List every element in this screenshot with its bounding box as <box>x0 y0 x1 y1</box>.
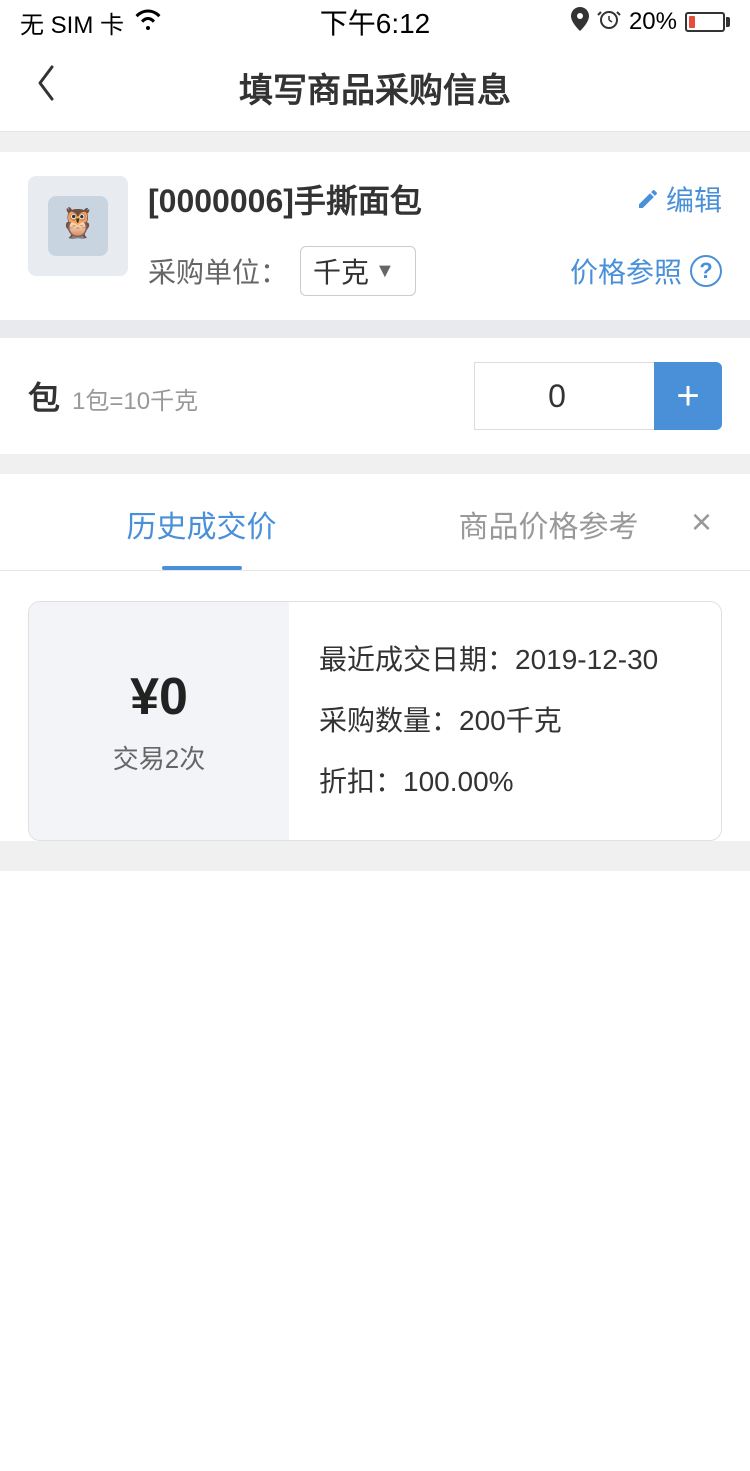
battery-icon <box>685 12 730 32</box>
product-unit-row: 采购单位： 千克 ▼ 价格参照 ? <box>148 246 722 296</box>
product-title: [0000006]手撕面包 <box>148 176 422 222</box>
status-time: 下午6:12 <box>320 2 431 42</box>
price-ref-help-icon: ? <box>690 255 722 287</box>
trade-detail-quantity: 采购数量：200千克 <box>319 699 691 744</box>
svg-text:🦉: 🦉 <box>59 206 96 240</box>
trade-card-right: 最近成交日期：2019-12-30 采购数量：200千克 折扣：100.00% <box>289 602 721 840</box>
recent-date-label: 最近成交日期： <box>319 644 515 675</box>
product-title-row: [0000006]手撕面包 编辑 <box>148 176 722 222</box>
trade-card: ¥0 交易2次 最近成交日期：2019-12-30 采购数量：200千克 折扣：… <box>28 601 722 841</box>
back-button[interactable] <box>24 53 68 122</box>
trade-count: 交易2次 <box>113 739 205 776</box>
edit-label: 编辑 <box>666 179 722 219</box>
dropdown-arrow-icon: ▼ <box>375 260 395 283</box>
unit-select-dropdown[interactable]: 千克 ▼ <box>300 246 416 296</box>
unit-value: 千克 <box>313 251 369 291</box>
trade-card-left: ¥0 交易2次 <box>29 602 289 840</box>
edit-button[interactable]: 编辑 <box>636 179 722 219</box>
page-title: 填写商品采购信息 <box>239 63 511 112</box>
quantity-sub-unit: 1包=10千克 <box>72 381 198 416</box>
tab-close-button[interactable]: × <box>681 491 722 553</box>
location-icon <box>571 7 589 38</box>
product-header: 🦉 [0000006]手撕面包 编辑 采购单位： 千克 <box>28 176 722 296</box>
panel-tabs: 历史成交价 商品价格参考 × ¥0 交易2次 最近成交日期：2019-12-30… <box>0 474 750 841</box>
quantity-input[interactable] <box>474 362 654 430</box>
quantity-label: 包 1包=10千克 <box>28 373 198 419</box>
product-logo-icon: 🦉 <box>43 191 113 261</box>
tab-history-price-label: 历史成交价 <box>127 511 277 544</box>
product-card: 🦉 [0000006]手撕面包 编辑 采购单位： 千克 <box>0 152 750 320</box>
product-info: [0000006]手撕面包 编辑 采购单位： 千克 ▼ 价格 <box>148 176 722 296</box>
discount-label: 折扣： <box>319 766 403 797</box>
alarm-icon <box>597 7 621 38</box>
discount-value: 100.00% <box>403 766 514 797</box>
trade-detail-discount: 折扣：100.00% <box>319 760 691 805</box>
edit-icon <box>636 187 660 211</box>
status-left: 无 SIM 卡 <box>20 5 162 40</box>
tab-product-price-ref[interactable]: 商品价格参考 <box>375 474 722 570</box>
status-right: 20% <box>571 7 730 38</box>
tab-history-price[interactable]: 历史成交价 <box>28 474 375 570</box>
tabs-header: 历史成交价 商品价格参考 × <box>0 474 750 571</box>
unit-label: 采购单位： <box>148 251 288 291</box>
carrier-text: 无 SIM 卡 <box>20 5 124 40</box>
wifi-icon <box>134 8 162 37</box>
price-ref-label: 价格参照 <box>570 251 682 291</box>
price-symbol: ¥ <box>130 668 159 726</box>
nav-bar: 填写商品采购信息 <box>0 44 750 132</box>
quantity-value: 200千克 <box>459 705 562 736</box>
product-image: 🦉 <box>28 176 128 276</box>
status-bar: 无 SIM 卡 下午6:12 20% <box>0 0 750 44</box>
trade-detail-date: 最近成交日期：2019-12-30 <box>319 638 691 683</box>
quantity-input-group: + <box>474 362 722 430</box>
plus-icon: + <box>676 374 699 419</box>
trade-price: ¥0 <box>130 667 188 727</box>
quantity-row: 包 1包=10千克 + <box>0 338 750 454</box>
quantity-unit: 包 <box>28 373 60 419</box>
recent-date-value: 2019-12-30 <box>515 644 658 675</box>
battery-percent: 20% <box>629 8 677 36</box>
quantity-plus-button[interactable]: + <box>654 362 722 430</box>
price-value: 0 <box>159 668 188 726</box>
unit-left: 采购单位： 千克 ▼ <box>148 246 416 296</box>
quantity-label-text: 采购数量： <box>319 705 459 736</box>
price-ref-button[interactable]: 价格参照 ? <box>570 251 722 291</box>
section-divider <box>0 320 750 338</box>
tab-product-price-ref-label: 商品价格参考 <box>459 511 639 544</box>
main-content <box>0 871 750 1471</box>
